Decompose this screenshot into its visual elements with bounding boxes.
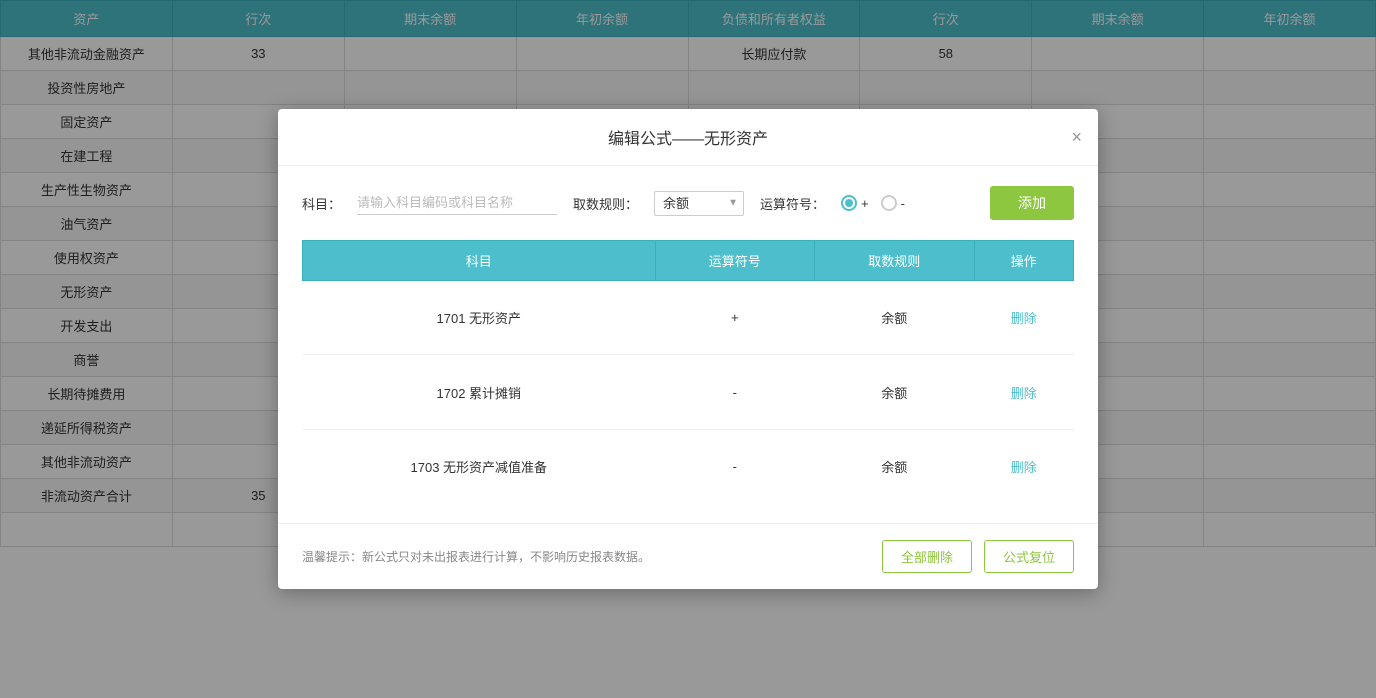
- modal-footer: 温馨提示：新公式只对未出报表进行计算，不影响历史报表数据。 全部删除 公式复位: [278, 523, 1098, 589]
- table-cell-operator: +: [655, 281, 815, 355]
- table-body: 1701 无形资产+余额删除1702 累计摊销-余额删除1703 无形资产减值准…: [303, 281, 1074, 504]
- delete-link[interactable]: 删除: [1011, 311, 1037, 326]
- radio-plus-circle: [841, 195, 857, 211]
- table-cell-rule: 余额: [815, 281, 975, 355]
- form-row: 科目： 取数规则： 余额借方贷方借方累计贷方累计 ▼ 运算符号： +: [302, 186, 1074, 220]
- operator-plus-label: +: [861, 196, 869, 211]
- operator-minus-radio[interactable]: -: [881, 195, 905, 211]
- delete-all-button[interactable]: 全部删除: [882, 540, 972, 573]
- table-cell-rule: 余额: [815, 355, 975, 429]
- table-column-header: 科目: [303, 241, 656, 281]
- table-cell-operator: -: [655, 355, 815, 429]
- formula-table: 科目运算符号取数规则操作 1701 无形资产+余额删除1702 累计摊销-余额删…: [302, 240, 1074, 503]
- table-cell-subject: 1701 无形资产: [303, 281, 656, 355]
- table-cell-action: 删除: [974, 429, 1073, 503]
- modal-close-button[interactable]: ×: [1071, 128, 1082, 146]
- rule-select[interactable]: 余额借方贷方借方累计贷方累计: [654, 191, 744, 216]
- table-column-header: 操作: [974, 241, 1073, 281]
- table-cell-operator: -: [655, 429, 815, 503]
- table-cell-subject: 1703 无形资产减值准备: [303, 429, 656, 503]
- radio-minus-circle: [881, 195, 897, 211]
- subject-input[interactable]: [357, 191, 557, 215]
- table-column-header: 运算符号: [655, 241, 815, 281]
- rule-select-wrapper: 余额借方贷方借方累计贷方累计 ▼: [654, 191, 744, 216]
- modal-overlay: 编辑公式——无形资产 × 科目： 取数规则： 余额借方贷方借方累计贷方累计 ▼ …: [0, 0, 1376, 698]
- reset-formula-button[interactable]: 公式复位: [984, 540, 1074, 573]
- table-cell-subject: 1702 累计摊销: [303, 355, 656, 429]
- table-column-header: 取数规则: [815, 241, 975, 281]
- subject-label: 科目：: [302, 194, 341, 213]
- modal-body: 科目： 取数规则： 余额借方贷方借方累计贷方累计 ▼ 运算符号： +: [278, 166, 1098, 523]
- footer-buttons: 全部删除 公式复位: [882, 540, 1074, 573]
- modal-title: 编辑公式——无形资产: [608, 125, 768, 149]
- delete-link[interactable]: 删除: [1011, 460, 1037, 475]
- operator-label: 运算符号：: [760, 194, 825, 213]
- operator-plus-radio[interactable]: +: [841, 195, 869, 211]
- operator-minus-label: -: [901, 196, 905, 211]
- table-cell-rule: 余额: [815, 429, 975, 503]
- table-cell-action: 删除: [974, 355, 1073, 429]
- table-cell-action: 删除: [974, 281, 1073, 355]
- add-button[interactable]: 添加: [990, 186, 1074, 220]
- modal-header: 编辑公式——无形资产 ×: [278, 109, 1098, 166]
- edit-formula-modal: 编辑公式——无形资产 × 科目： 取数规则： 余额借方贷方借方累计贷方累计 ▼ …: [278, 109, 1098, 589]
- table-header-row: 科目运算符号取数规则操作: [303, 241, 1074, 281]
- delete-link[interactable]: 删除: [1011, 386, 1037, 401]
- table-row: 1701 无形资产+余额 删除: [303, 281, 1074, 355]
- table-row: 1702 累计摊销-余额 删除: [303, 355, 1074, 429]
- rule-label: 取数规则：: [573, 194, 638, 213]
- footer-hint: 温馨提示：新公式只对未出报表进行计算，不影响历史报表数据。: [302, 548, 650, 565]
- operator-radio-group: + -: [841, 195, 905, 211]
- table-row: 1703 无形资产减值准备-余额 删除: [303, 429, 1074, 503]
